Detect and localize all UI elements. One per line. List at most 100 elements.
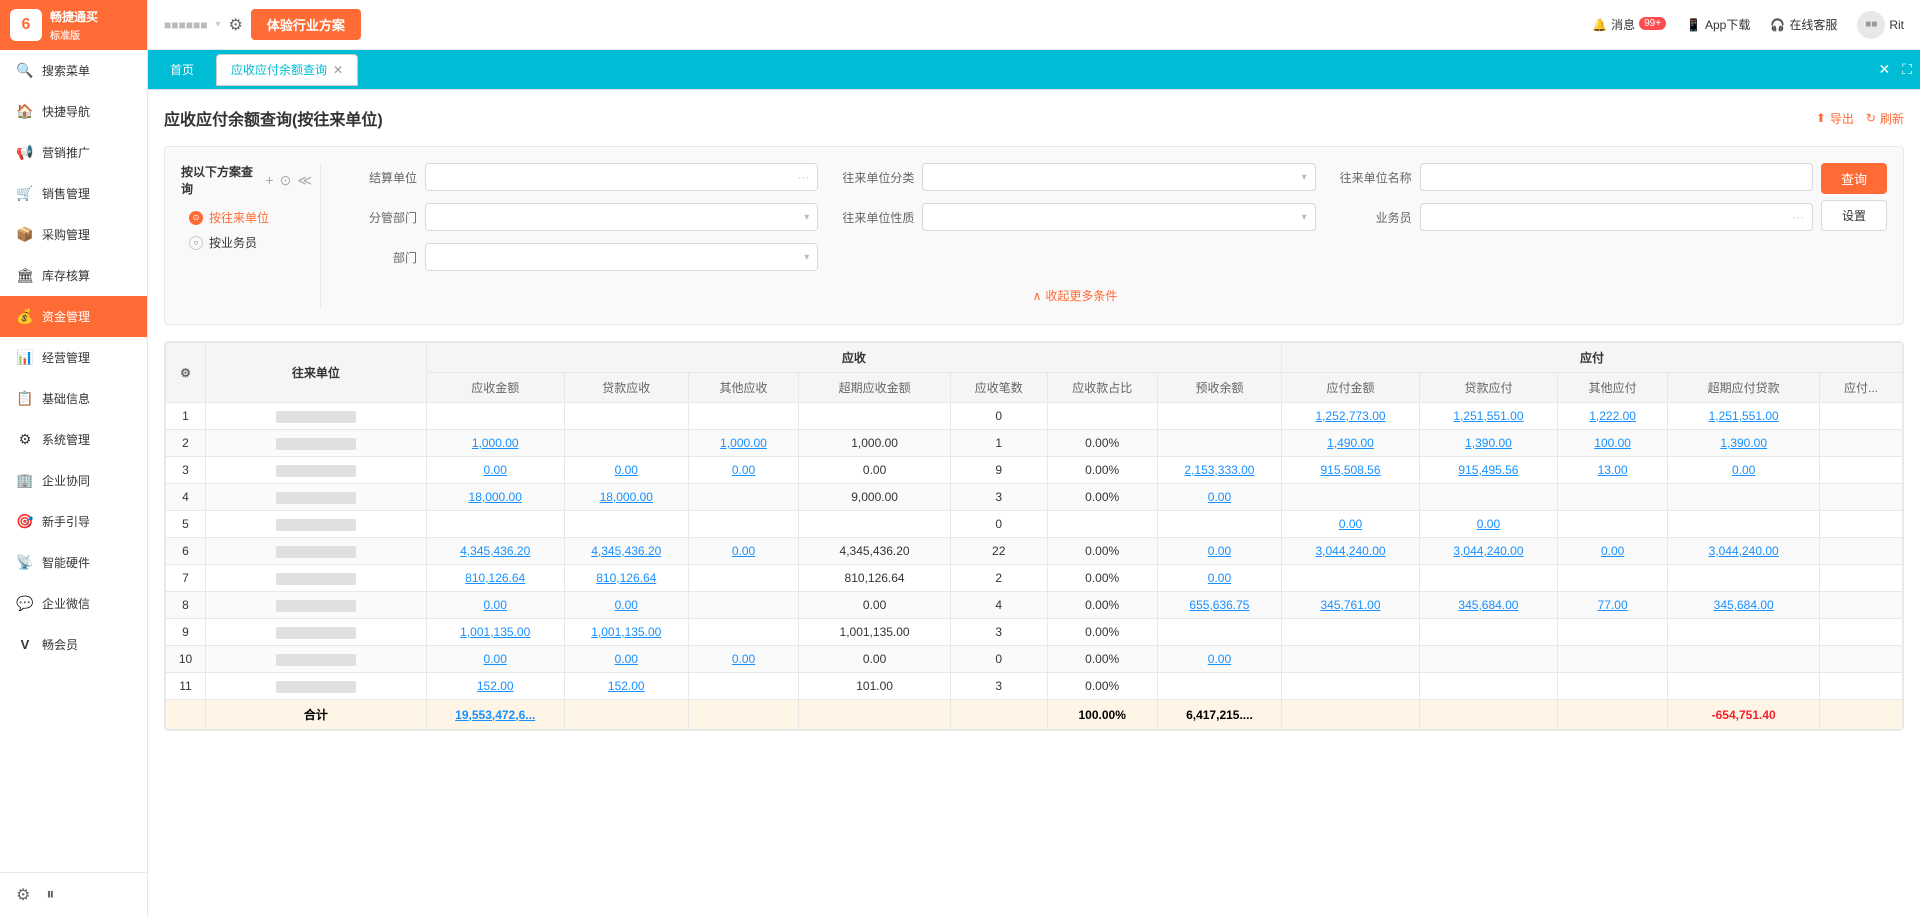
table-cell[interactable]: 0.00 (1282, 511, 1420, 538)
table-cell[interactable]: 4,345,436.20 (564, 538, 688, 565)
table-cell[interactable]: 0.00 (1157, 484, 1281, 511)
sidebar-item-member[interactable]: V 畅会员 (0, 624, 147, 665)
filter-input-staff[interactable]: ··· (1420, 203, 1813, 231)
table-cell[interactable]: 1,390.00 (1419, 430, 1557, 457)
table-cell[interactable]: 810,126.64 (564, 565, 688, 592)
table-cell[interactable]: 4,345,436.20 (426, 538, 564, 565)
table-cell[interactable]: 1,490.00 (1282, 430, 1420, 457)
filter-input-bumon[interactable]: ▾ (425, 243, 818, 271)
table-cell[interactable]: 810,126.64 (426, 565, 564, 592)
sidebar-item-marketing[interactable]: 📢 营销推广 (0, 132, 147, 173)
scheme-by-unit[interactable]: ⊙ 按往来单位 (181, 205, 312, 230)
query-button[interactable]: 查询 (1821, 163, 1887, 194)
th-settings[interactable]: ⚙ (166, 343, 206, 403)
filter-label: 往来单位性质 (834, 209, 914, 226)
table-cell[interactable]: 345,684.00 (1419, 592, 1557, 619)
collapse-button[interactable]: ∧ 收起更多条件 (337, 283, 1813, 308)
online-service-item[interactable]: 🎧 在线客服 (1770, 16, 1837, 33)
table-cell[interactable]: 0.00 (564, 592, 688, 619)
table-cell[interactable]: 0.00 (564, 646, 688, 673)
filter-input-jiesuan[interactable]: ··· (425, 163, 818, 191)
table-cell (1557, 484, 1667, 511)
collapse-icon[interactable]: ⏸ (46, 886, 54, 904)
table-cell[interactable]: 2,153,333.00 (1157, 457, 1281, 484)
table-cell[interactable]: 0.00 (426, 592, 564, 619)
tab-ar-ap[interactable]: 应收应付余额查询 ✕ (216, 54, 358, 86)
table-cell[interactable]: 0.00 (426, 457, 564, 484)
table-cell[interactable]: 100.00 (1557, 430, 1667, 457)
table-cell[interactable]: 18,000.00 (426, 484, 564, 511)
table-cell[interactable]: 655,636.75 (1157, 592, 1281, 619)
table-cell[interactable]: 1,001,135.00 (564, 619, 688, 646)
sidebar-item-search-menu[interactable]: 🔍 搜索菜单 (0, 50, 147, 91)
table-cell[interactable]: 1,222.00 (1557, 403, 1667, 430)
table-cell[interactable]: 915,495.56 (1419, 457, 1557, 484)
table-cell[interactable]: 1,000.00 (426, 430, 564, 457)
tab-home[interactable]: 首页 (156, 54, 208, 86)
table-cell[interactable]: 3,044,240.00 (1668, 538, 1820, 565)
sidebar-item-purchase[interactable]: 📦 采购管理 (0, 214, 147, 255)
sidebar-item-wechat[interactable]: 💬 企业微信 (0, 583, 147, 624)
collapse-scheme-icon[interactable]: ≪ (297, 172, 312, 189)
table-cell[interactable]: 0.00 (688, 646, 798, 673)
table-cell[interactable]: 3,044,240.00 (1282, 538, 1420, 565)
add-scheme-icon[interactable]: + (265, 172, 273, 188)
sidebar-item-sales[interactable]: 🛒 销售管理 (0, 173, 147, 214)
user-area[interactable]: ■■ Rit (1857, 11, 1904, 39)
sidebar-item-basic-info[interactable]: 📋 基础信息 (0, 378, 147, 419)
table-cell[interactable]: 0.00 (564, 457, 688, 484)
edit-scheme-icon[interactable]: ⊙ (280, 172, 292, 189)
settings-gear-icon[interactable]: ⚙ (16, 885, 30, 905)
tab-close-all-icon[interactable]: ✕ (1878, 61, 1890, 78)
table-cell[interactable]: 152.00 (564, 673, 688, 700)
table-cell[interactable]: 1,390.00 (1668, 430, 1820, 457)
sidebar-item-capital[interactable]: 💰 资金管理 (0, 296, 147, 337)
table-cell[interactable]: 13.00 (1557, 457, 1667, 484)
settings-button[interactable]: 设置 (1821, 200, 1887, 231)
table-cell[interactable]: 1,251,551.00 (1419, 403, 1557, 430)
table-cell[interactable]: 345,684.00 (1668, 592, 1820, 619)
table-cell[interactable]: 915,508.56 (1282, 457, 1420, 484)
inventory-icon: 🏛 (16, 267, 34, 284)
table-cell[interactable]: 0.00 (1668, 457, 1820, 484)
table-cell[interactable]: 18,000.00 (564, 484, 688, 511)
table-cell[interactable]: 0.00 (688, 538, 798, 565)
table-cell[interactable]: 0.00 (1157, 646, 1281, 673)
table-cell[interactable]: 3,044,240.00 (1419, 538, 1557, 565)
table-cell[interactable]: 0.00 (1419, 511, 1557, 538)
header-gear-icon[interactable]: ⚙ (229, 15, 243, 35)
table-cell[interactable]: 1,251,551.00 (1668, 403, 1820, 430)
scheme-by-staff[interactable]: ○ 按业务员 (181, 230, 312, 255)
sidebar-item-inventory[interactable]: 🏛 库存核算 (0, 255, 147, 296)
table-cell[interactable]: 1,000.00 (688, 430, 798, 457)
app-download-item[interactable]: 📱 App下载 (1686, 16, 1750, 33)
table-cell[interactable]: 77.00 (1557, 592, 1667, 619)
sidebar-item-hardware[interactable]: 📡 智能硬件 (0, 542, 147, 583)
table-settings-icon[interactable]: ⚙ (180, 366, 191, 380)
notification-item[interactable]: 🔔 消息 99+ (1592, 16, 1666, 33)
table-cell[interactable]: 152.00 (426, 673, 564, 700)
sidebar-item-guide[interactable]: 🎯 新手引导 (0, 501, 147, 542)
table-cell[interactable]: 345,761.00 (1282, 592, 1420, 619)
filter-input-dept[interactable]: ▾ (425, 203, 818, 231)
tab-close-icon[interactable]: ✕ (333, 63, 343, 77)
table-cell[interactable]: 0.00 (1157, 538, 1281, 565)
table-cell: 0 (950, 511, 1047, 538)
promo-button[interactable]: 体验行业方案 (251, 9, 361, 40)
sidebar-item-system[interactable]: ⚙ 系统管理 (0, 419, 147, 460)
filter-input-category[interactable]: ▾ (922, 163, 1315, 191)
table-cell[interactable]: 0.00 (1557, 538, 1667, 565)
export-button[interactable]: ⬆ 导出 (1816, 110, 1854, 127)
table-cell[interactable]: 1,001,135.00 (426, 619, 564, 646)
refresh-button[interactable]: ↻ 刷新 (1866, 110, 1904, 127)
sidebar-item-ops[interactable]: 📊 经营管理 (0, 337, 147, 378)
sidebar-item-quick-nav[interactable]: 🏠 快捷导航 (0, 91, 147, 132)
tab-expand-icon[interactable]: ⛶ (1902, 61, 1912, 78)
table-cell[interactable]: 0.00 (426, 646, 564, 673)
sidebar-item-enterprise[interactable]: 🏢 企业协同 (0, 460, 147, 501)
filter-input-name[interactable] (1420, 163, 1813, 191)
table-cell[interactable]: 0.00 (688, 457, 798, 484)
table-cell[interactable]: 0.00 (1157, 565, 1281, 592)
filter-input-nature[interactable]: ▾ (922, 203, 1315, 231)
table-cell[interactable]: 1,252,773.00 (1282, 403, 1420, 430)
